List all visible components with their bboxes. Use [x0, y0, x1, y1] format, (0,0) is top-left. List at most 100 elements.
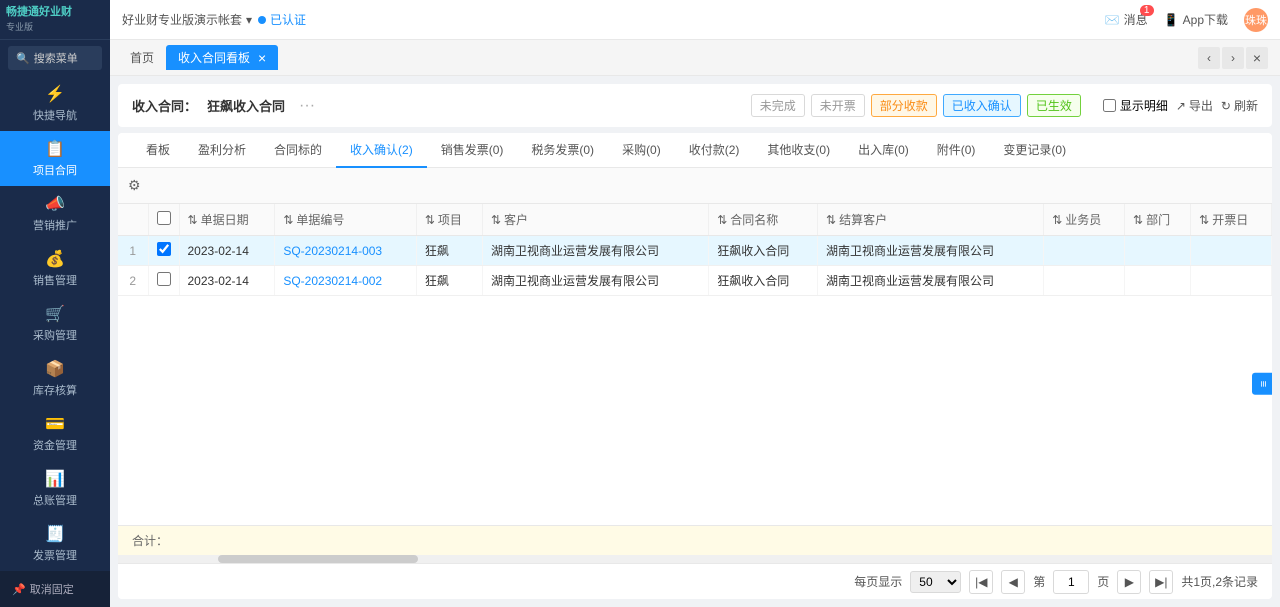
next-page-button[interactable]: ▶ — [1117, 570, 1141, 594]
contract-header-label: 收入合同： — [132, 96, 197, 115]
unpin-button[interactable]: 📌 取消固定 — [8, 577, 102, 601]
accounting-icon: 📊 — [45, 469, 65, 489]
sidebar-item-project-contract[interactable]: 📋 项目合同 — [0, 131, 110, 186]
row-checkbox[interactable] — [157, 272, 171, 286]
tab-profit[interactable]: 盈利分析 — [184, 133, 260, 168]
horizontal-scrollbar[interactable] — [118, 555, 1272, 563]
tab-change-log[interactable]: 变更记录(0) — [989, 133, 1080, 168]
tab-tax-invoice[interactable]: 税务发票(0) — [517, 133, 608, 168]
per-page-select[interactable]: 50 100 — [910, 571, 961, 593]
col-bill-no: ⇅ 单据编号 — [275, 204, 417, 236]
bill-no-link[interactable]: SQ-20230214-003 — [283, 244, 382, 258]
sidebar-item-label: 总账管理 — [33, 492, 77, 508]
sidebar-item-quick-nav[interactable]: ⚡ 快捷导航 — [0, 76, 110, 131]
tab-navigation: ‹ › × — [1198, 47, 1268, 69]
sidebar-item-inventory[interactable]: 📦 库存核算 — [0, 351, 110, 406]
table-row[interactable]: 2 2023-02-14 SQ-20230214-002 狂飙 湖南卫视商业运营… — [118, 266, 1272, 296]
sidebar-item-marketing[interactable]: 📣 营销推广 — [0, 186, 110, 241]
tab-contract-std[interactable]: 合同标的 — [260, 133, 336, 168]
col-bill-date2-label: 开票日 — [1212, 211, 1248, 228]
tab-sales-invoice[interactable]: 销售发票(0) — [427, 133, 518, 168]
sidebar-item-label: 发票管理 — [33, 547, 77, 563]
search-icon: 🔍 — [16, 52, 30, 65]
col-bill-date2: ⇅ 开票日 — [1191, 204, 1272, 236]
tab-kanban[interactable]: 看板 — [132, 133, 184, 168]
content-area: 收入合同： 狂飙收入合同 ··· 未完成 未开票 部分收款 已收入确认 已生效 … — [110, 76, 1280, 607]
col-project: ⇅ 项目 — [416, 204, 482, 236]
tab-contract-board[interactable]: 收入合同看板 × — [166, 45, 278, 70]
contract-header: 收入合同： 狂飙收入合同 ··· 未完成 未开票 部分收款 已收入确认 已生效 … — [118, 84, 1272, 127]
sidebar-item-label: 采购管理 — [33, 327, 77, 343]
status-effective[interactable]: 已生效 — [1027, 94, 1081, 117]
message-icon: ✉️ — [1105, 13, 1120, 27]
tab-stock-out[interactable]: 出入库(0) — [844, 133, 923, 168]
first-page-button[interactable]: |◀ — [969, 570, 993, 594]
tab-other-income[interactable]: 其他收支(0) — [753, 133, 844, 168]
float-right-button[interactable]: ≡ — [1252, 372, 1272, 394]
sidebar-nav: ⚡ 快捷导航 📋 项目合同 📣 营销推广 💰 销售管理 🛒 采购管理 📦 库存核… — [0, 76, 110, 571]
more-button[interactable]: ··· — [295, 97, 319, 115]
tab-revenue-confirm[interactable]: 收入确认(2) — [336, 133, 427, 168]
row-checkbox[interactable] — [157, 242, 171, 256]
refresh-button[interactable]: ↻ 刷新 — [1221, 97, 1258, 114]
messages-button[interactable]: ✉️ 消息 1 — [1105, 11, 1148, 28]
user-menu[interactable]: 珠珠 — [1244, 8, 1268, 32]
col-salesman: ⇅ 业务员 — [1044, 204, 1125, 236]
sidebar-item-accounting[interactable]: 📊 总账管理 — [0, 461, 110, 516]
status-unopened[interactable]: 未开票 — [811, 94, 865, 117]
col-bill-date-sort-icon: ⇅ — [188, 213, 198, 227]
table-row[interactable]: 1 2023-02-14 SQ-20230214-003 狂飙 湖南卫视商业运营… — [118, 236, 1272, 266]
row-date: 2023-02-14 — [179, 266, 275, 296]
col-bill-date2-sort-icon: ⇅ — [1199, 213, 1209, 227]
export-button[interactable]: ↗ 导出 — [1176, 97, 1213, 114]
show-detail-checkbox[interactable] — [1103, 99, 1116, 112]
sidebar-item-funds[interactable]: 💳 资金管理 — [0, 406, 110, 461]
table-scroll-area[interactable]: ⇅ 单据日期 ⇅ 单据编号 — [118, 204, 1272, 525]
sidebar-item-sales[interactable]: 💰 销售管理 — [0, 241, 110, 296]
sub-tabs: 看板 盈利分析 合同标的 收入确认(2) 销售发票(0) 税务发票(0) 采购(… — [118, 133, 1272, 168]
tab-home[interactable]: 首页 — [122, 45, 162, 70]
tab-prev-button[interactable]: ‹ — [1198, 47, 1220, 69]
row-project: 狂飙 — [416, 236, 482, 266]
sidebar-footer: 📌 取消固定 — [0, 571, 110, 607]
row-bill-no: SQ-20230214-002 — [275, 266, 417, 296]
tab-close-icon[interactable]: × — [258, 50, 266, 66]
h-scroll-inner — [118, 555, 1272, 563]
refresh-icon: ↻ — [1221, 99, 1231, 113]
dropdown-icon: ▾ — [246, 13, 252, 27]
bill-no-link[interactable]: SQ-20230214-002 — [283, 274, 382, 288]
col-salesman-label: 业务员 — [1065, 211, 1101, 228]
sidebar-logo-sub: 专业版 — [6, 20, 72, 33]
row-date: 2023-02-14 — [179, 236, 275, 266]
tab-close-button[interactable]: × — [1246, 47, 1268, 69]
sidebar-item-purchase[interactable]: 🛒 采购管理 — [0, 296, 110, 351]
col-contract-name-sort-icon: ⇅ — [717, 213, 727, 227]
page-label: 第 — [1033, 573, 1045, 590]
prev-page-button[interactable]: ◀ — [1001, 570, 1025, 594]
select-all-checkbox[interactable] — [157, 211, 171, 225]
tab-purchase[interactable]: 采购(0) — [608, 133, 675, 168]
col-settlement-label: 结算客户 — [839, 211, 887, 228]
sidebar-item-invoice[interactable]: 🧾 发票管理 — [0, 516, 110, 571]
tab-payment[interactable]: 收付款(2) — [675, 133, 754, 168]
col-index — [118, 204, 148, 236]
marketing-icon: 📣 — [45, 194, 65, 214]
col-dept-label: 部门 — [1146, 211, 1170, 228]
status-confirmed[interactable]: 已收入确认 — [943, 94, 1021, 117]
verified-dot — [258, 16, 266, 24]
last-page-button[interactable]: ▶| — [1149, 570, 1173, 594]
settings-icon[interactable]: ⚙ — [128, 177, 141, 194]
company-dropdown[interactable]: 好业财专业版演示帐套 ▾ — [122, 11, 252, 28]
status-tags: 未完成 未开票 部分收款 已收入确认 已生效 — [751, 94, 1081, 117]
search-menu-button[interactable]: 🔍 搜索菜单 — [8, 46, 102, 70]
app-download-button[interactable]: 📱 App下载 — [1164, 11, 1228, 28]
status-uncomplete[interactable]: 未完成 — [751, 94, 805, 117]
tab-attachment[interactable]: 附件(0) — [923, 133, 990, 168]
status-partial-received[interactable]: 部分收款 — [871, 94, 937, 117]
col-dept-sort-icon: ⇅ — [1133, 213, 1143, 227]
row-customer: 湖南卫视商业运营发展有限公司 — [482, 236, 708, 266]
tab-next-button[interactable]: › — [1222, 47, 1244, 69]
col-bill-no-label: 单据编号 — [296, 211, 344, 228]
current-page-input[interactable] — [1053, 570, 1089, 594]
summary-label: 合计： — [132, 532, 168, 549]
